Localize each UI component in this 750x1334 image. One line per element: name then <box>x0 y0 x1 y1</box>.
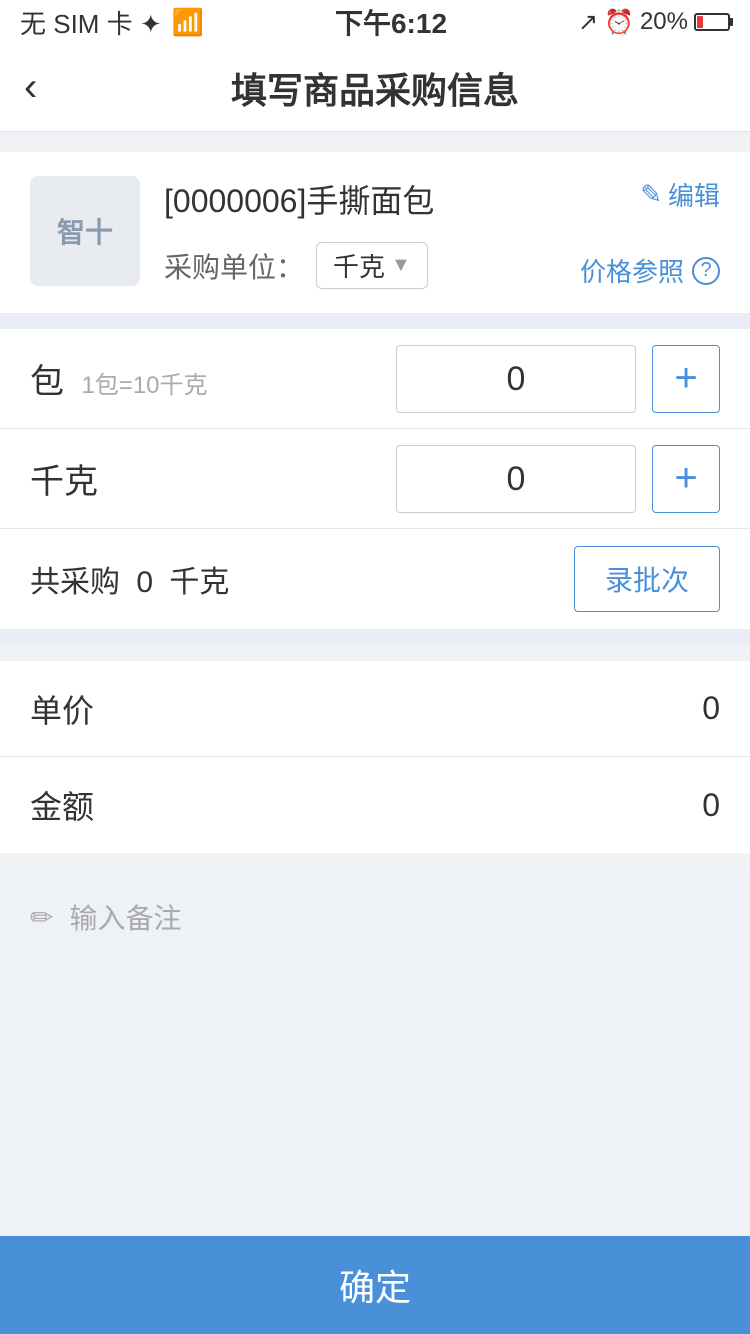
wifi-icon: 📶 <box>172 7 204 38</box>
price-ref-label: 价格参照 <box>580 252 684 289</box>
status-time: 下午6:12 <box>335 2 447 42</box>
product-thumbnail: 智十 <box>30 176 140 286</box>
amount-value: 0 <box>702 787 720 824</box>
remark-placeholder: 输入备注 <box>69 897 181 937</box>
alarm-icon: ⏰ <box>604 8 634 37</box>
battery-icon <box>694 13 730 31</box>
unit-price-value: 0 <box>702 690 720 727</box>
summary-amount: 0 <box>136 566 153 599</box>
amount-row: 金额 0 <box>0 757 750 853</box>
input-section: 包 1包=10千克 0 + 千克 0 + <box>0 329 750 529</box>
status-right: ↗ ⏰ 20% <box>578 8 730 37</box>
bao-value: 0 <box>507 345 526 413</box>
status-left: 无 SIM 卡 ✦ 📶 <box>20 4 204 41</box>
input-row-kg: 千克 0 + <box>0 429 750 529</box>
content-spacer <box>0 965 750 1265</box>
remark-section[interactable]: ✏ 输入备注 <box>0 869 750 965</box>
edit-button[interactable]: ✎ 编辑 <box>640 176 720 213</box>
edit-icon: ✎ <box>640 179 662 210</box>
input-label-kg: 千克 <box>30 454 396 503</box>
kg-plus-button[interactable]: + <box>652 445 720 513</box>
kg-value: 0 <box>507 445 526 513</box>
divider-1 <box>0 313 750 329</box>
product-card: 智十 [0000006]手撕面包 采购单位： 千克 ▼ ✎ 编辑 价格参照 ? <box>0 152 750 313</box>
kg-input-field[interactable]: 0 <box>396 445 636 513</box>
unit-price-label: 单价 <box>30 686 94 732</box>
unit-value: 千克 <box>333 247 385 284</box>
unit-label: 采购单位： <box>164 246 304 286</box>
unit-price-row: 单价 0 <box>0 661 750 757</box>
summary-row: 共采购 0 千克 录批次 <box>0 529 750 629</box>
summary-prefix: 共采购 <box>30 566 120 599</box>
input-sublabel-bao: 1包=10千克 <box>81 372 207 399</box>
input-row-bao: 包 1包=10千克 0 + <box>0 329 750 429</box>
record-batch-button[interactable]: 录批次 <box>574 546 720 612</box>
battery-percentage: 20% <box>640 8 688 36</box>
plus-icon-2: + <box>674 456 697 501</box>
confirm-label: 确定 <box>339 1259 411 1311</box>
chevron-down-icon: ▼ <box>391 254 411 277</box>
confirm-button[interactable]: 确定 <box>0 1236 750 1334</box>
unit-select[interactable]: 千克 ▼ <box>316 242 428 289</box>
summary-unit: 千克 <box>169 566 229 599</box>
product-name: [0000006]手撕面包 <box>164 176 720 222</box>
pencil-icon: ✏ <box>30 901 53 934</box>
product-thumb-text: 智十 <box>57 211 113 251</box>
edit-label: 编辑 <box>668 176 720 213</box>
record-batch-label: 录批次 <box>605 565 689 596</box>
price-reference-button[interactable]: 价格参照 ? <box>580 252 720 289</box>
info-section: 单价 0 金额 0 <box>0 661 750 853</box>
location-icon: ↗ <box>578 8 598 37</box>
bao-plus-button[interactable]: + <box>652 345 720 413</box>
nav-bar: ‹ 填写商品采购信息 <box>0 44 750 132</box>
amount-label: 金额 <box>30 782 94 828</box>
back-icon: ‹ <box>24 65 37 110</box>
sim-status: 无 SIM 卡 ✦ <box>20 4 162 41</box>
help-icon: ? <box>692 257 720 285</box>
divider-2 <box>0 629 750 645</box>
plus-icon-1: + <box>674 356 697 401</box>
back-button[interactable]: ‹ <box>24 65 37 110</box>
bao-input-field[interactable]: 0 <box>396 345 636 413</box>
input-label-bao: 包 1包=10千克 <box>30 354 396 403</box>
page-title: 填写商品采购信息 <box>231 62 519 114</box>
status-bar: 无 SIM 卡 ✦ 📶 下午6:12 ↗ ⏰ 20% <box>0 0 750 44</box>
summary-text: 共采购 0 千克 <box>30 557 229 601</box>
